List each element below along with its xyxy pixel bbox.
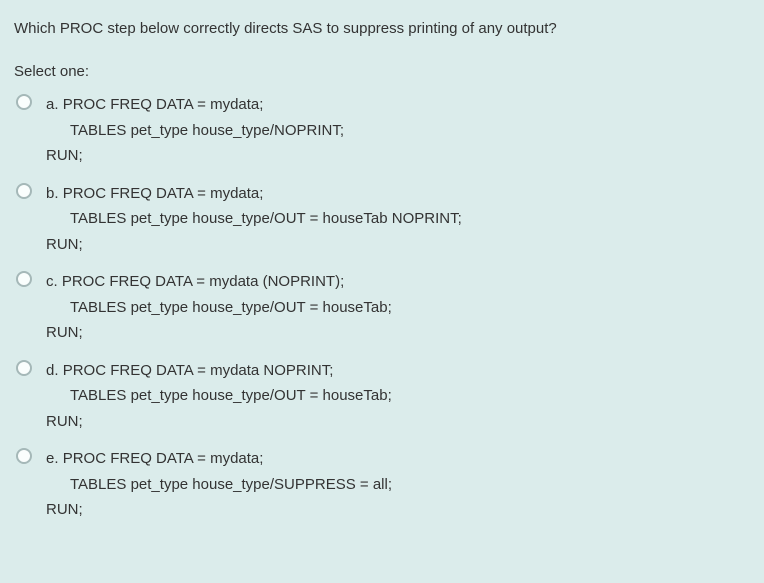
radio-e[interactable] [16,448,32,464]
radio-d[interactable] [16,360,32,376]
code-text: TABLES pet_type house_type/OUT = houseTa… [46,206,750,232]
code-text: RUN; [46,409,750,435]
code-text: PROC FREQ DATA = mydata; [63,185,264,202]
select-one-label: Select one: [14,63,750,80]
option-e-body: e. PROC FREQ DATA = mydata; TABLES pet_t… [46,446,750,523]
option-b: b. PROC FREQ DATA = mydata; TABLES pet_t… [16,181,750,258]
option-e: e. PROC FREQ DATA = mydata; TABLES pet_t… [16,446,750,523]
code-text: TABLES pet_type house_type/OUT = houseTa… [46,383,750,409]
code-text: RUN; [46,497,750,523]
radio-a[interactable] [16,94,32,110]
option-letter: b. [46,185,59,202]
option-a: a. PROC FREQ DATA = mydata; TABLES pet_t… [16,92,750,169]
option-b-body: b. PROC FREQ DATA = mydata; TABLES pet_t… [46,181,750,258]
code-text: TABLES pet_type house_type/OUT = houseTa… [46,295,750,321]
code-text: TABLES pet_type house_type/NOPRINT; [46,118,750,144]
radio-c[interactable] [16,271,32,287]
option-letter: a. [46,96,59,113]
code-text: TABLES pet_type house_type/SUPPRESS = al… [46,472,750,498]
option-c-body: c. PROC FREQ DATA = mydata (NOPRINT); TA… [46,269,750,346]
option-d: d. PROC FREQ DATA = mydata NOPRINT; TABL… [16,358,750,435]
option-letter: c. [46,273,58,290]
code-text: PROC FREQ DATA = mydata (NOPRINT); [62,273,344,290]
code-text: RUN; [46,232,750,258]
option-a-body: a. PROC FREQ DATA = mydata; TABLES pet_t… [46,92,750,169]
option-c: c. PROC FREQ DATA = mydata (NOPRINT); TA… [16,269,750,346]
radio-b[interactable] [16,183,32,199]
code-text: RUN; [46,320,750,346]
option-letter: e. [46,450,59,467]
option-d-body: d. PROC FREQ DATA = mydata NOPRINT; TABL… [46,358,750,435]
code-text: PROC FREQ DATA = mydata; [63,96,264,113]
code-text: RUN; [46,143,750,169]
code-text: PROC FREQ DATA = mydata; [63,450,264,467]
option-letter: d. [46,362,59,379]
question-text: Which PROC step below correctly directs … [14,18,750,39]
options-container: a. PROC FREQ DATA = mydata; TABLES pet_t… [16,92,750,523]
code-text: PROC FREQ DATA = mydata NOPRINT; [63,362,334,379]
